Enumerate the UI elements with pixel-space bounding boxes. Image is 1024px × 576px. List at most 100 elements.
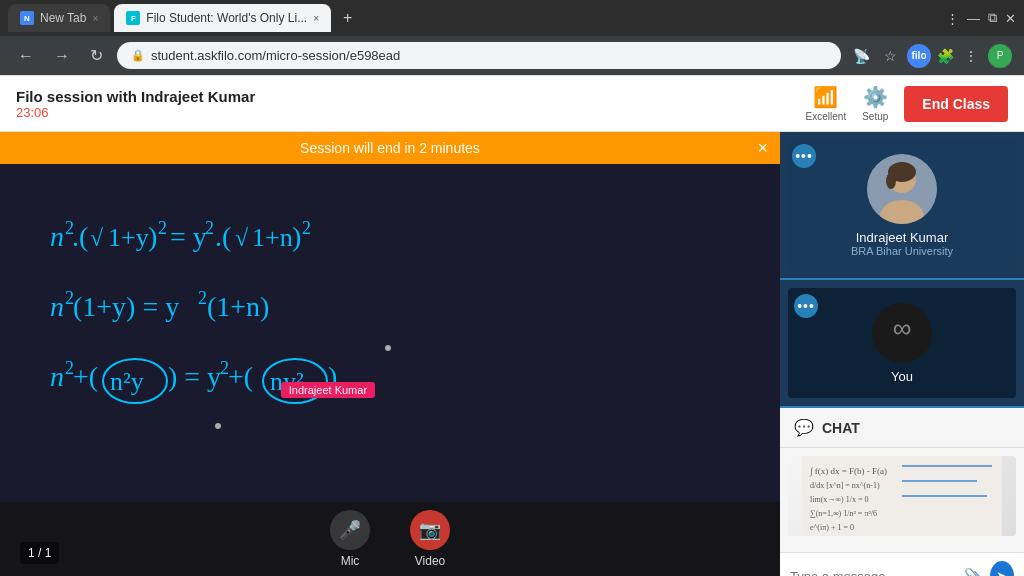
svg-text:√: √: [90, 225, 104, 251]
mic-button[interactable]: 🎤 Mic: [330, 510, 370, 568]
back-button[interactable]: ←: [12, 45, 40, 67]
address-bar-row: ← → ↻ 🔒 student.askfilo.com/micro-sessio…: [0, 36, 1024, 76]
svg-text:n²y: n²y: [110, 367, 144, 396]
chat-send-button[interactable]: ➤: [990, 561, 1014, 576]
svg-point-31: [215, 423, 221, 429]
setup-action[interactable]: ⚙️ Setup: [862, 85, 888, 122]
chat-image-svg: ∫ f(x) dx = F(b) - F(a) d/dx [x^n] = nx^…: [788, 456, 1016, 536]
chat-header: 💬 CHAT: [780, 408, 1024, 448]
svg-text:): ): [292, 221, 301, 252]
you-avatar-svg: ∞: [872, 303, 932, 363]
browser-actions: 📡 ☆ filo 🧩 ⋮ P: [849, 44, 1012, 68]
new-tab-button[interactable]: +: [335, 9, 360, 27]
three-dots-icon: •••: [795, 148, 813, 164]
svg-text:∑(n=1,∞) 1/n² = π²/6: ∑(n=1,∞) 1/n² = π²/6: [810, 509, 877, 518]
participant-indrajeet: ••• Indrajeet Kumar BRA Bihar Uni: [780, 132, 1024, 280]
you-video: ••• ∞ You: [788, 288, 1016, 398]
banner-close-button[interactable]: ×: [757, 138, 768, 159]
app-header: Filo session with Indrajeet Kumar 23:06 …: [0, 76, 1024, 132]
right-panel: ••• Indrajeet Kumar BRA Bihar Uni: [780, 132, 1024, 576]
svg-text:n: n: [50, 221, 64, 252]
slide-counter: 1 / 1: [20, 542, 59, 564]
svg-text:+(: +(: [228, 361, 253, 392]
tab-favicon-newtab: N: [20, 11, 34, 25]
svg-text:(1+y) = y: (1+y) = y: [73, 291, 179, 322]
window-close-btn[interactable]: ✕: [1005, 11, 1016, 26]
svg-text:.(: .(: [72, 221, 88, 252]
chat-attach-button[interactable]: 📎: [964, 567, 984, 577]
mic-icon-container: 🎤: [330, 510, 370, 550]
chat-bubble-icon: 💬: [794, 418, 814, 437]
svg-text:= y: = y: [170, 221, 207, 252]
svg-text:√: √: [235, 225, 249, 251]
svg-text:n: n: [50, 291, 64, 322]
browser-menu-btn[interactable]: ⋮: [946, 11, 959, 26]
you-section: ••• ∞ You: [780, 280, 1024, 408]
header-right: 📶 Excellent ⚙️ Setup End Class: [806, 85, 1008, 122]
svg-text:e^(iπ) + 1 = 0: e^(iπ) + 1 = 0: [810, 523, 854, 532]
mic-icon: 🎤: [339, 519, 361, 541]
mic-label: Mic: [341, 554, 360, 568]
you-avatar: ∞: [872, 303, 932, 363]
notification-banner: Session will end in 2 minutes ×: [0, 132, 780, 164]
session-timer: 23:06: [16, 105, 255, 120]
video-button[interactable]: 📷 Video: [410, 510, 450, 568]
video-label: Video: [415, 554, 445, 568]
svg-point-32: [385, 345, 391, 351]
svg-text:2: 2: [158, 218, 167, 238]
chat-input[interactable]: [790, 569, 958, 577]
address-text: student.askfilo.com/micro-session/e598ea…: [151, 48, 400, 63]
avatar-svg: [867, 154, 937, 224]
browser-menu-dots[interactable]: ⋮: [960, 44, 982, 68]
cast-button[interactable]: 📡: [849, 44, 874, 68]
forward-button[interactable]: →: [48, 45, 76, 67]
window-minimize-btn[interactable]: —: [967, 11, 980, 26]
profile-button[interactable]: P: [988, 44, 1012, 68]
chat-image: ∫ f(x) dx = F(b) - F(a) d/dx [x^n] = nx^…: [788, 456, 1016, 536]
participant-video-indrajeet: ••• Indrajeet Kumar BRA Bihar Uni: [788, 140, 1016, 270]
chat-image-inner: ∫ f(x) dx = F(b) - F(a) d/dx [x^n] = nx^…: [788, 456, 1016, 536]
refresh-button[interactable]: ↻: [84, 44, 109, 67]
video-icon: 📷: [419, 519, 441, 541]
cursor-label: Indrajeet Kumar: [281, 382, 375, 398]
you-options-button[interactable]: •••: [794, 294, 818, 318]
svg-text:d/dx [x^n] = nx^(n-1): d/dx [x^n] = nx^(n-1): [810, 481, 880, 490]
tab-close-filo[interactable]: ×: [313, 13, 319, 24]
tab-filo[interactable]: F Filo Student: World's Only Li... ×: [114, 4, 331, 32]
notification-message: Session will end in 2 minutes: [300, 140, 480, 156]
svg-text:+(: +(: [73, 361, 98, 392]
svg-text:1+n: 1+n: [252, 223, 293, 252]
session-info: Filo session with Indrajeet Kumar 23:06: [16, 88, 255, 120]
svg-text:(1+n): (1+n): [207, 291, 269, 322]
svg-text:2: 2: [205, 218, 214, 238]
excellent-label: Excellent: [806, 111, 847, 122]
you-label: You: [891, 369, 913, 384]
participant-options-indrajeet[interactable]: •••: [792, 144, 816, 168]
svg-text:n: n: [50, 361, 64, 392]
svg-text:1+y: 1+y: [108, 223, 149, 252]
chat-input-row: 📎 ➤: [780, 552, 1024, 576]
svg-text:.(: .(: [215, 221, 231, 252]
svg-text:) = y: ) = y: [168, 361, 221, 392]
svg-text:): ): [148, 221, 157, 252]
chat-title: CHAT: [822, 420, 860, 436]
address-box[interactable]: 🔒 student.askfilo.com/micro-session/e598…: [117, 42, 841, 69]
chat-message-image: ∫ f(x) dx = F(b) - F(a) d/dx [x^n] = nx^…: [788, 456, 1016, 536]
whiteboard: Session will end in 2 minutes × n 2 .( √…: [0, 132, 780, 576]
svg-point-37: [886, 173, 896, 189]
tab-close-newtab[interactable]: ×: [92, 13, 98, 24]
extensions-button[interactable]: 🧩: [937, 48, 954, 64]
bookmark-button[interactable]: ☆: [880, 44, 901, 68]
window-restore-btn[interactable]: ⧉: [988, 10, 997, 26]
attach-icon: 📎: [964, 568, 984, 577]
main-content: Session will end in 2 minutes × n 2 .( √…: [0, 132, 1024, 576]
filo-extension-button[interactable]: filo: [907, 44, 931, 68]
tab-newtab[interactable]: N New Tab ×: [8, 4, 110, 32]
tab-label-newtab: New Tab: [40, 11, 86, 25]
svg-text:∫ f(x) dx = F(b) - F(a): ∫ f(x) dx = F(b) - F(a): [809, 466, 887, 477]
end-class-button[interactable]: End Class: [904, 86, 1008, 122]
excellent-action[interactable]: 📶 Excellent: [806, 85, 847, 122]
tab-bar: N New Tab × F Filo Student: World's Only…: [0, 0, 1024, 36]
send-icon: ➤: [996, 568, 1008, 576]
chat-section: 💬 CHAT ∫ f(x) dx = F(b) - F(a) d/dx [x^n…: [780, 408, 1024, 576]
